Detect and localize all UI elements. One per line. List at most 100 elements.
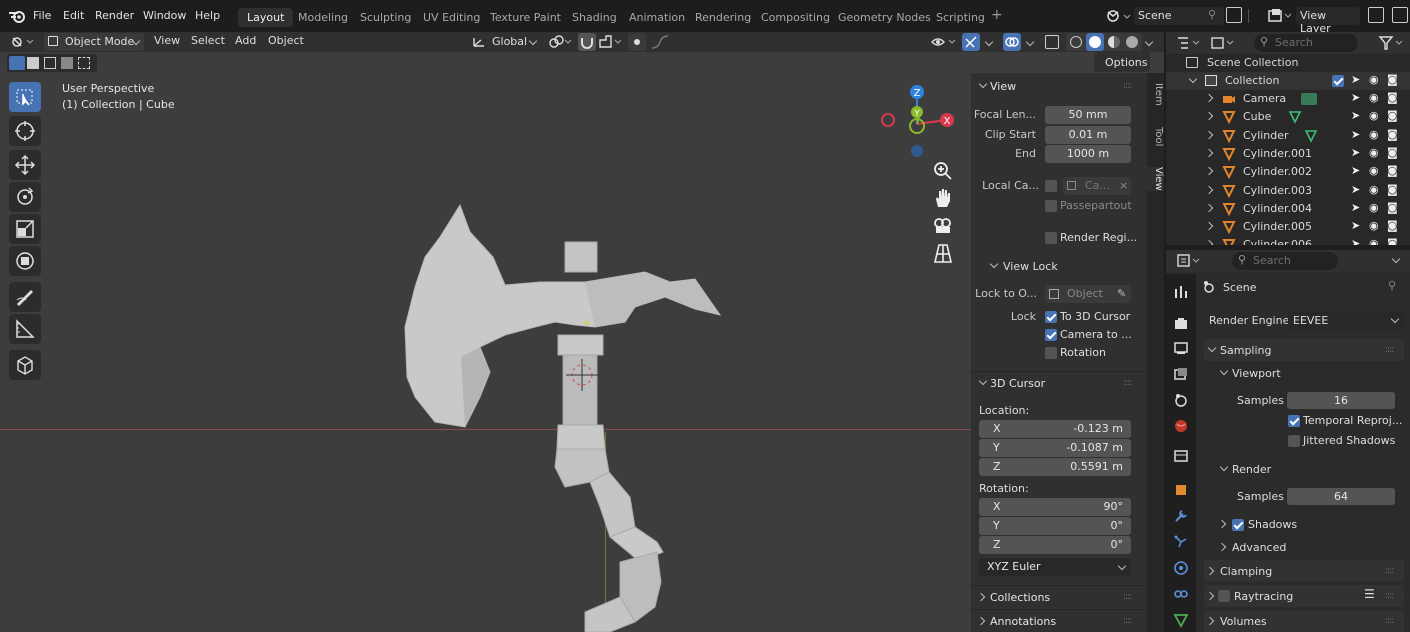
mode-dropdown[interactable]: Object Mode [44,33,144,51]
list-icon[interactable]: ☰ [1364,587,1375,601]
view-layer-icon[interactable] [1268,8,1294,24]
scale-tool[interactable] [9,214,41,244]
add-workspace-icon[interactable]: + [991,7,1003,23]
shadows-checkbox[interactable] [1232,519,1244,531]
tab-animation[interactable]: Animation [620,8,694,27]
selectable-icon[interactable]: ➤ [1351,109,1360,122]
cursor-tool[interactable] [9,116,41,146]
chevron-right-icon[interactable] [1204,166,1214,176]
proportional-edit-toggle[interactable] [628,33,646,51]
chevron-right-icon[interactable] [1204,93,1214,103]
outliner-row-scene-collection[interactable]: Scene Collection [1166,54,1410,72]
menu-help[interactable]: Help [195,9,220,22]
selectable-icon[interactable]: ➤ [1351,219,1360,232]
clip-start-field[interactable]: 0.01 m [1045,126,1131,144]
transform-tool[interactable] [9,246,41,276]
measure-tool[interactable] [9,314,41,344]
select-box-tool[interactable] [9,82,41,112]
new-view-layer-icon[interactable] [1368,7,1384,23]
selectable-icon[interactable]: ➤ [1351,73,1360,86]
select-subtract-icon[interactable] [44,57,56,69]
drag-handle-icon[interactable]: :::: [1385,566,1394,576]
outliner-row-object[interactable]: Cylinder.003 ➤ ◉ ◙ [1166,182,1410,200]
visibility-icon[interactable] [930,34,958,50]
outliner-editor-icon[interactable] [1176,35,1204,51]
tool-tab-icon[interactable] [1173,284,1189,300]
navigation-gizmo[interactable]: Z X Y [875,82,960,162]
pin-icon[interactable]: ⚲ [1208,8,1216,21]
snap-toggle[interactable] [578,33,596,51]
tab-texture-paint[interactable]: Texture Paint [481,8,570,27]
camera-data-icon[interactable] [1300,92,1318,106]
view-layer-tab-icon[interactable] [1173,366,1189,382]
camera-render-icon[interactable]: ◙ [1387,109,1398,122]
drag-handle-icon[interactable]: :::: [1385,616,1394,626]
outliner-row-object[interactable]: Cylinder.002 ➤ ◉ ◙ [1166,163,1410,181]
chevron-right-icon[interactable] [1217,519,1227,529]
passepartout-checkbox[interactable] [1045,200,1057,212]
overlay-toggle[interactable] [1003,33,1021,51]
area-divider[interactable] [1166,245,1410,250]
chevron-down-icon[interactable] [1391,254,1401,264]
selectable-icon[interactable]: ➤ [1351,183,1360,196]
filter-icon[interactable] [1378,35,1406,51]
menu-window[interactable]: Window [143,9,186,22]
local-camera-field[interactable]: Ca... × [1063,177,1131,195]
menu-object[interactable]: Object [268,34,304,47]
mesh-data-icon[interactable] [1304,129,1318,143]
menu-select[interactable]: Select [191,34,225,47]
raytracing-panel-header[interactable]: Raytracing ☰ :::: [1204,585,1404,607]
outliner-row-object[interactable]: Cube ➤ ◉ ◙ [1166,108,1410,126]
annotate-tool[interactable] [9,282,41,312]
scene-tab-icon[interactable] [1173,392,1189,408]
wireframe-shading-icon[interactable] [1070,36,1082,48]
tab-compositing[interactable]: Compositing [752,8,839,27]
chevron-down-icon[interactable] [1025,37,1035,47]
selectable-icon[interactable]: ➤ [1351,201,1360,214]
view-layer-field[interactable]: View Layer [1296,7,1360,35]
chevron-down-icon[interactable] [1219,462,1229,472]
xray-toggle-icon[interactable] [1045,35,1059,49]
eyedropper-icon[interactable]: ✎ [1117,285,1126,303]
camera-render-icon[interactable]: ◙ [1387,128,1398,141]
collections-section-header[interactable]: Collections :::: [971,585,1147,607]
properties-search-input[interactable]: ⚲ Search [1232,252,1338,270]
constraints-tab-icon[interactable] [1173,586,1189,602]
axe-mesh[interactable] [395,197,735,632]
tab-view[interactable]: View [1147,167,1164,191]
outliner-row-object[interactable]: Cylinder.006 ➤ ◉ ◙ [1166,236,1410,245]
editor-type-icon[interactable] [10,34,36,50]
perspective-toggle-icon[interactable] [932,242,954,264]
chevron-right-icon[interactable] [1204,148,1214,158]
tab-uv-editing[interactable]: UV Editing [414,8,489,27]
camera-render-icon[interactable]: ◙ [1387,164,1398,177]
render-subpanel-title[interactable]: Render [1232,463,1271,476]
options-dropdown[interactable]: Options [1094,52,1150,72]
eye-icon[interactable]: ◉ [1369,73,1379,86]
menu-edit[interactable]: Edit [63,9,84,22]
selectable-icon[interactable]: ➤ [1351,91,1360,104]
scene-selector-icon[interactable] [1104,7,1134,25]
output-tab-icon[interactable] [1173,340,1189,356]
view-section-header[interactable]: View :::: [971,73,1147,97]
chevron-down-icon[interactable] [1188,74,1198,84]
select-new-icon[interactable] [9,56,25,70]
tab-modeling[interactable]: Modeling [289,8,357,27]
falloff-icon[interactable] [650,34,670,50]
physics-tab-icon[interactable] [1173,560,1189,576]
camera-render-icon[interactable]: ◙ [1387,146,1398,159]
annotations-section-header[interactable]: Annotations :::: [971,609,1147,631]
drag-handle-icon[interactable]: :::: [1123,378,1132,388]
scene-name-field[interactable]: Scene ⚲ [1134,7,1224,25]
eye-icon[interactable]: ◉ [1369,219,1379,232]
chevron-down-icon[interactable] [984,37,994,47]
camera-render-icon[interactable]: ◙ [1387,201,1398,214]
advanced-label[interactable]: Advanced [1232,541,1286,554]
eye-icon[interactable]: ◉ [1369,146,1379,159]
chevron-down-icon[interactable] [1219,366,1229,376]
tab-rendering[interactable]: Rendering [686,8,760,27]
camera-view-icon[interactable] [932,214,954,236]
properties-editor-icon[interactable] [1176,253,1204,269]
pan-hand-icon[interactable] [932,187,954,209]
object-tab-icon[interactable] [1173,482,1189,498]
